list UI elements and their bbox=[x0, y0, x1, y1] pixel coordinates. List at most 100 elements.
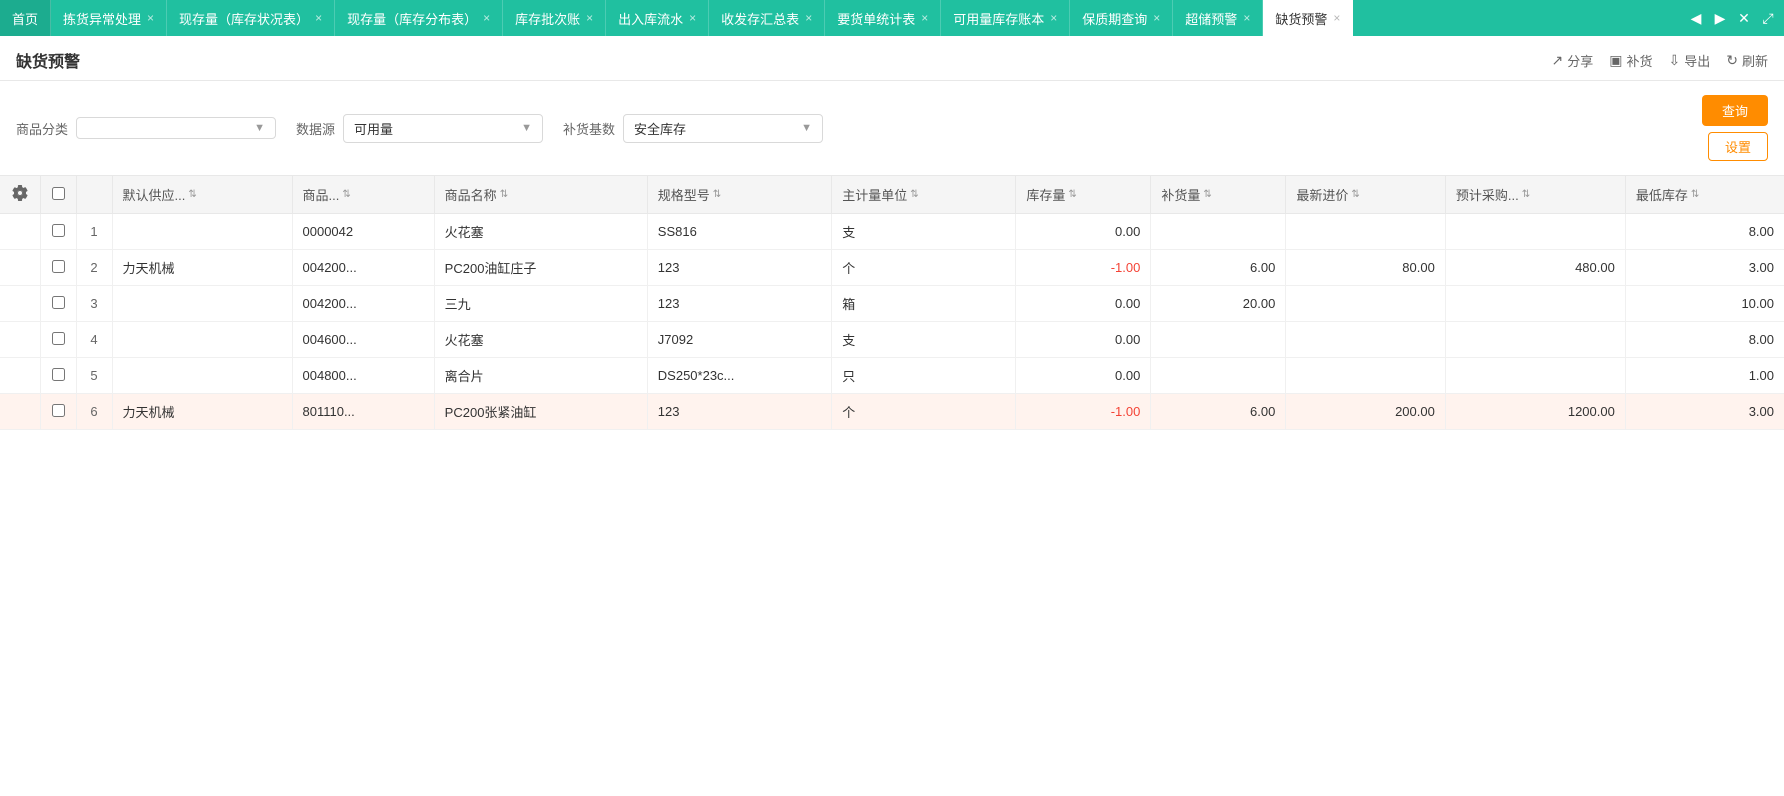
sort-replenish-icon: ⇅ bbox=[1203, 189, 1211, 200]
tab-flow[interactable]: 出入库流水 × bbox=[606, 0, 709, 36]
th-min-stock[interactable]: 最低库存 ⇅ bbox=[1625, 176, 1784, 214]
tab-home[interactable]: 首页 bbox=[0, 0, 51, 36]
export-icon: ⇩ bbox=[1669, 52, 1681, 69]
refresh-button[interactable]: ↻ 刷新 bbox=[1726, 51, 1768, 70]
page-header: 缺货预警 ↗ 分享 ▣ 补货 ⇩ 导出 ↻ 刷新 bbox=[0, 36, 1784, 81]
th-spec-model[interactable]: 规格型号 ⇅ bbox=[647, 176, 831, 214]
td-checkbox-3[interactable] bbox=[40, 322, 76, 358]
datasource-select-arrow: ▼ bbox=[521, 122, 532, 134]
tab-expand-btn[interactable]: ⤢ bbox=[1756, 6, 1780, 30]
td-unit-0: 支 bbox=[832, 214, 1016, 250]
sort-supplier-icon: ⇅ bbox=[188, 189, 196, 200]
td-rownum-2: 3 bbox=[76, 286, 112, 322]
td-name-1: PC200油缸庄子 bbox=[434, 250, 647, 286]
tab-available-close[interactable]: × bbox=[1050, 11, 1057, 25]
th-replenish-qty[interactable]: 补货量 ⇅ bbox=[1151, 176, 1286, 214]
td-unit-1: 个 bbox=[832, 250, 1016, 286]
th-row-num bbox=[76, 176, 112, 214]
td-checkbox-4[interactable] bbox=[40, 358, 76, 394]
tab-overstock[interactable]: 超储预警 × bbox=[1173, 0, 1263, 36]
datasource-select[interactable]: 可用量 ▼ bbox=[343, 114, 543, 143]
tab-shortage-label: 缺货预警 bbox=[1275, 9, 1327, 28]
tab-stock-dist-close[interactable]: × bbox=[483, 11, 490, 25]
th-stock-qty[interactable]: 库存量 ⇅ bbox=[1016, 176, 1151, 214]
tab-stock-status-close[interactable]: × bbox=[315, 11, 322, 25]
tab-summary[interactable]: 收发存汇总表 × bbox=[709, 0, 825, 36]
td-replenish-0 bbox=[1151, 214, 1286, 250]
td-estimated-0 bbox=[1445, 214, 1625, 250]
tab-shortage-close[interactable]: × bbox=[1333, 11, 1340, 25]
row-checkbox-5[interactable] bbox=[52, 404, 65, 417]
tab-home-label: 首页 bbox=[12, 9, 38, 28]
tab-flow-close[interactable]: × bbox=[689, 11, 696, 25]
th-settings[interactable] bbox=[0, 176, 40, 214]
td-supplier-4 bbox=[112, 358, 292, 394]
tab-available[interactable]: 可用量库存账本 × bbox=[941, 0, 1070, 36]
tab-batch-close[interactable]: × bbox=[586, 11, 593, 25]
tab-summary-close[interactable]: × bbox=[805, 11, 812, 25]
row-checkbox-1[interactable] bbox=[52, 260, 65, 273]
tab-picking-close[interactable]: × bbox=[147, 11, 154, 25]
settings-button[interactable]: 设置 bbox=[1708, 132, 1768, 161]
td-supplier-1: 力天机械 bbox=[112, 250, 292, 286]
row-checkbox-3[interactable] bbox=[52, 332, 65, 345]
td-stock-3: 0.00 bbox=[1016, 322, 1151, 358]
select-all-checkbox[interactable] bbox=[52, 187, 65, 200]
td-rownum-3: 4 bbox=[76, 322, 112, 358]
tab-picking[interactable]: 拣货异常处理 × bbox=[51, 0, 167, 36]
tab-demand-close[interactable]: × bbox=[921, 11, 928, 25]
replenish-button[interactable]: ▣ 补货 bbox=[1609, 51, 1652, 70]
tab-prev-btn[interactable]: ◀ bbox=[1684, 6, 1708, 30]
table-row: 3 004200... 三九 123 箱 0.00 20.00 10.00 bbox=[0, 286, 1784, 322]
tab-next-btn[interactable]: ▶ bbox=[1708, 6, 1732, 30]
tab-demand[interactable]: 要货单统计表 × bbox=[825, 0, 941, 36]
td-checkbox-5[interactable] bbox=[40, 394, 76, 430]
sort-spec-icon: ⇅ bbox=[713, 189, 721, 200]
tab-expiry[interactable]: 保质期查询 × bbox=[1070, 0, 1173, 36]
th-product-code[interactable]: 商品... ⇅ bbox=[292, 176, 434, 214]
row-checkbox-0[interactable] bbox=[52, 224, 65, 237]
tab-shortage[interactable]: 缺货预警 × bbox=[1263, 0, 1353, 36]
tab-close-all-btn[interactable]: ✕ bbox=[1732, 6, 1756, 30]
tab-stock-dist[interactable]: 现存量（库存分布表） × bbox=[335, 0, 503, 36]
tab-batch[interactable]: 库存批次账 × bbox=[503, 0, 606, 36]
th-latest-price[interactable]: 最新进价 ⇅ bbox=[1286, 176, 1446, 214]
th-checkbox[interactable] bbox=[40, 176, 76, 214]
export-button[interactable]: ⇩ 导出 bbox=[1669, 51, 1711, 70]
td-checkbox-0[interactable] bbox=[40, 214, 76, 250]
th-default-supplier[interactable]: 默认供应... ⇅ bbox=[112, 176, 292, 214]
td-checkbox-1[interactable] bbox=[40, 250, 76, 286]
tab-expiry-close[interactable]: × bbox=[1153, 11, 1160, 25]
td-settings-1 bbox=[0, 250, 40, 286]
category-select[interactable]: ▼ bbox=[76, 117, 276, 139]
td-price-2 bbox=[1286, 286, 1446, 322]
share-button[interactable]: ↗ 分享 bbox=[1552, 51, 1594, 70]
tab-available-label: 可用量库存账本 bbox=[953, 9, 1044, 28]
sort-minstock-icon: ⇅ bbox=[1691, 189, 1699, 200]
table-row: 6 力天机械 801110... PC200张紧油缸 123 个 -1.00 6… bbox=[0, 394, 1784, 430]
th-unit[interactable]: 主计量单位 ⇅ bbox=[832, 176, 1016, 214]
td-unit-2: 箱 bbox=[832, 286, 1016, 322]
td-checkbox-2[interactable] bbox=[40, 286, 76, 322]
replenish-icon: ▣ bbox=[1609, 52, 1622, 69]
td-name-4: 离合片 bbox=[434, 358, 647, 394]
td-supplier-5: 力天机械 bbox=[112, 394, 292, 430]
datasource-label: 数据源 bbox=[296, 119, 335, 138]
query-button[interactable]: 查询 bbox=[1702, 95, 1768, 126]
page-content: 缺货预警 ↗ 分享 ▣ 补货 ⇩ 导出 ↻ 刷新 商品分类 bbox=[0, 36, 1784, 796]
td-price-0 bbox=[1286, 214, 1446, 250]
th-estimated-purchase[interactable]: 预计采购... ⇅ bbox=[1445, 176, 1625, 214]
td-rownum-4: 5 bbox=[76, 358, 112, 394]
row-checkbox-2[interactable] bbox=[52, 296, 65, 309]
tab-stock-status[interactable]: 现存量（库存状况表） × bbox=[167, 0, 335, 36]
replenish-base-select-arrow: ▼ bbox=[801, 122, 812, 134]
tab-overstock-close[interactable]: × bbox=[1243, 11, 1250, 25]
td-estimated-5: 1200.00 bbox=[1445, 394, 1625, 430]
td-estimated-2 bbox=[1445, 286, 1625, 322]
row-checkbox-4[interactable] bbox=[52, 368, 65, 381]
td-spec-2: 123 bbox=[647, 286, 831, 322]
replenish-base-select[interactable]: 安全库存 ▼ bbox=[623, 114, 823, 143]
sort-name-icon: ⇅ bbox=[500, 189, 508, 200]
sort-code-icon: ⇅ bbox=[342, 189, 350, 200]
th-product-name[interactable]: 商品名称 ⇅ bbox=[434, 176, 647, 214]
